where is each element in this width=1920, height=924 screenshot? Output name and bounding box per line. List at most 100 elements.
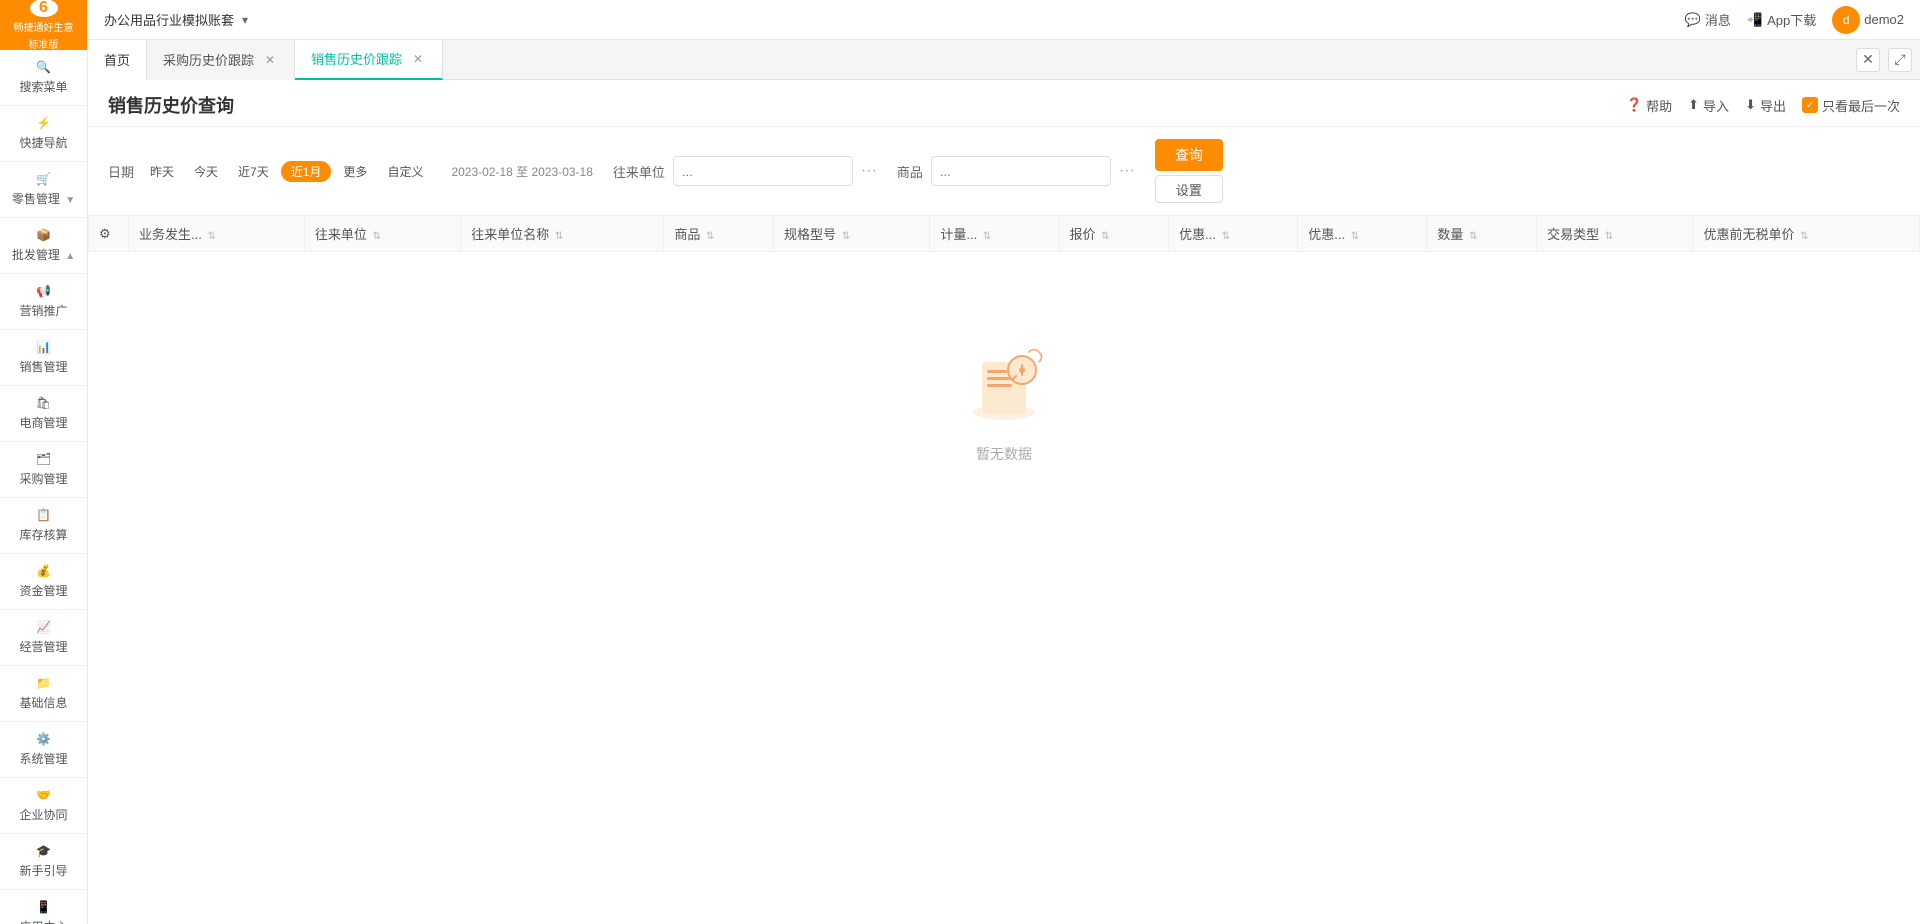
col-header-partner-code[interactable]: 往来单位 ⇅ [304,216,460,252]
query-button[interactable]: 查询 [1155,139,1223,171]
col-sort-unit[interactable]: ⇅ [983,231,991,242]
date-btn-yesterday[interactable]: 昨天 [142,161,182,182]
sidebar-item-basic-info[interactable]: 📁 基础信息 [0,666,88,722]
user-avatar: d [1832,6,1860,34]
partner-filter-dots[interactable]: ··· [861,162,877,180]
date-btn-custom[interactable]: 自定义 [379,161,431,182]
only-last-checkbox-label[interactable]: ✓ 只看最后一次 [1802,96,1900,115]
sidebar-item-tutorial[interactable]: 🎓 新手引导 [0,834,88,890]
col-sort-quoted-price[interactable]: ⇅ [1101,231,1109,242]
product-filter-dots[interactable]: ··· [1119,162,1135,180]
ecommerce-icon: 🛍 [36,396,51,410]
col-header-trade-type[interactable]: 交易类型 ⇅ [1537,216,1693,252]
shortcuts-icon: ⚡ [36,116,51,130]
sidebar-item-label-enterprise: 企业协同 [19,806,67,823]
topbar: 办公用品行业模拟账套 ▾ 💬 消息 📲 App下载 d demo2 [88,0,1920,40]
sidebar-item-enterprise[interactable]: 🤝 企业协同 [0,778,88,834]
sidebar-item-operations[interactable]: 📈 经营管理 [0,610,88,666]
tabbar: 首页 采购历史价跟踪 ✕ 销售历史价跟踪 ✕ ✕ ⤢ [88,40,1920,80]
help-btn[interactable]: ❓ 帮助 [1626,96,1672,115]
col-header-partner-name[interactable]: 往来单位名称 ⇅ [461,216,664,252]
sidebar-item-label-tutorial: 新手引导 [19,862,67,879]
only-last-checkbox[interactable]: ✓ [1802,97,1818,113]
app-download-icon: 📲 [1747,12,1763,28]
sidebar-item-marketing[interactable]: 📢 营销推广 [0,274,88,330]
sales-mgmt-icon: 📊 [36,340,51,354]
sidebar-item-shortcuts[interactable]: ⚡ 快捷导航 [0,106,88,162]
col-header-partner-code-label: 往来单位 [315,227,367,242]
col-header-product[interactable]: 商品 ⇅ [664,216,774,252]
page-header: 销售历史价查询 ❓ 帮助 ⬆ 导入 ⬇ 导出 ✓ [88,80,1920,127]
only-last-label: 只看最后一次 [1822,96,1900,115]
page-container: 销售历史价查询 ❓ 帮助 ⬆ 导入 ⬇ 导出 ✓ [88,80,1920,924]
sidebar-item-inventory[interactable]: 📋 库存核算 [0,498,88,554]
sidebar-item-wholesale[interactable]: 📦 批发管理 ▲ [0,218,88,274]
tab-expand-btn[interactable]: ⤢ [1888,48,1912,72]
sidebar-item-label-search: 搜索菜单 [19,78,67,95]
help-icon: ❓ [1626,97,1642,113]
date-btn-7days[interactable]: 近7天 [230,161,277,182]
sidebar-item-label-shortcuts: 快捷导航 [19,134,67,151]
col-header-quoted-price[interactable]: 报价 ⇅ [1059,216,1169,252]
sidebar-item-finance[interactable]: 💰 资金管理 [0,554,88,610]
export-btn[interactable]: ⬇ 导出 [1745,96,1786,115]
sidebar-item-purchase[interactable]: 🗂 采购管理 [0,442,88,498]
col-header-biz-date-label: 业务发生... [139,227,202,242]
sidebar-item-retail[interactable]: 🛒 零售管理 ▼ [0,162,88,218]
date-range-group: 2023-02-18 至 2023-03-18 [451,163,592,180]
date-btn-today[interactable]: 今天 [186,161,226,182]
user-info[interactable]: d demo2 [1832,6,1904,34]
topbar-right: 💬 消息 📲 App下载 d demo2 [1685,6,1904,34]
sidebar-item-label-operations: 经营管理 [19,638,67,655]
sidebar-item-label-sales-mgmt: 销售管理 [19,358,67,375]
col-header-spec[interactable]: 规格型号 ⇅ [774,216,930,252]
sidebar-item-ecommerce[interactable]: 🛍 电商管理 [0,386,88,442]
sidebar-item-search[interactable]: 🔍 搜索菜单 [0,50,88,106]
col-sort-partner-code[interactable]: ⇅ [372,231,380,242]
product-filter-input[interactable] [931,156,1111,186]
filter-bar: 日期 昨天 今天 近7天 近1月 更多 自定义 2023-02-18 至 202… [88,127,1920,215]
message-btn[interactable]: 💬 消息 [1685,10,1731,29]
sidebar-logo[interactable]: 6 畅捷通好生意 标准版 [0,0,88,50]
app-download-label: App下载 [1767,10,1816,29]
tab-close-all-btn[interactable]: ✕ [1856,48,1880,72]
col-sort-pretax-price[interactable]: ⇅ [1800,231,1808,242]
tab-sales-history-close[interactable]: ✕ [410,51,426,67]
col-header-discount2[interactable]: 优惠... ⇅ [1298,216,1427,252]
col-sort-product[interactable]: ⇅ [706,231,714,242]
import-btn[interactable]: ⬆ 导入 [1688,96,1729,115]
col-sort-spec[interactable]: ⇅ [842,231,850,242]
tab-purchase-history[interactable]: 采购历史价跟踪 ✕ [147,40,295,80]
sidebar-item-label-ecommerce: 电商管理 [19,414,67,431]
partner-filter-label: 往来单位 [613,162,665,181]
col-header-biz-date[interactable]: 业务发生... ⇅ [129,216,305,252]
col-sort-discount2[interactable]: ⇅ [1351,231,1359,242]
col-header-quantity[interactable]: 数量 ⇅ [1427,216,1537,252]
sidebar-item-sales-mgmt[interactable]: 📊 销售管理 [0,330,88,386]
col-sort-discount1[interactable]: ⇅ [1222,231,1230,242]
sidebar-item-system[interactable]: ⚙️ 系统管理 [0,722,88,778]
col-header-settings[interactable]: ⚙ [89,216,129,252]
page-title: 销售历史价查询 [108,92,234,118]
app-download-btn[interactable]: 📲 App下载 [1747,10,1816,29]
date-btn-more[interactable]: 更多 [335,161,375,182]
tutorial-icon: 🎓 [36,844,51,858]
sidebar-item-apps[interactable]: 📱 应用中心 [0,890,88,924]
tab-purchase-history-close[interactable]: ✕ [262,52,278,68]
col-sort-trade-type[interactable]: ⇅ [1605,231,1613,242]
settings-button[interactable]: 设置 [1155,175,1223,203]
col-header-discount1[interactable]: 优惠... ⇅ [1169,216,1298,252]
col-sort-partner-name[interactable]: ⇅ [555,231,563,242]
date-btn-1month[interactable]: 近1月 [281,161,332,182]
topbar-dropdown-btn[interactable]: ▾ [242,13,248,27]
col-header-unit[interactable]: 计量... ⇅ [930,216,1059,252]
col-sort-quantity[interactable]: ⇅ [1469,231,1477,242]
tab-sales-history[interactable]: 销售历史价跟踪 ✕ [295,40,443,80]
col-header-pretax-price[interactable]: 优惠前无税单价 ⇅ [1693,216,1920,252]
inventory-icon: 📋 [36,508,51,522]
tab-home[interactable]: 首页 [88,40,147,80]
operations-icon: 📈 [36,620,51,634]
tab-sales-history-label: 销售历史价跟踪 [311,49,402,68]
partner-filter-input[interactable] [673,156,853,186]
col-sort-biz-date[interactable]: ⇅ [207,231,215,242]
